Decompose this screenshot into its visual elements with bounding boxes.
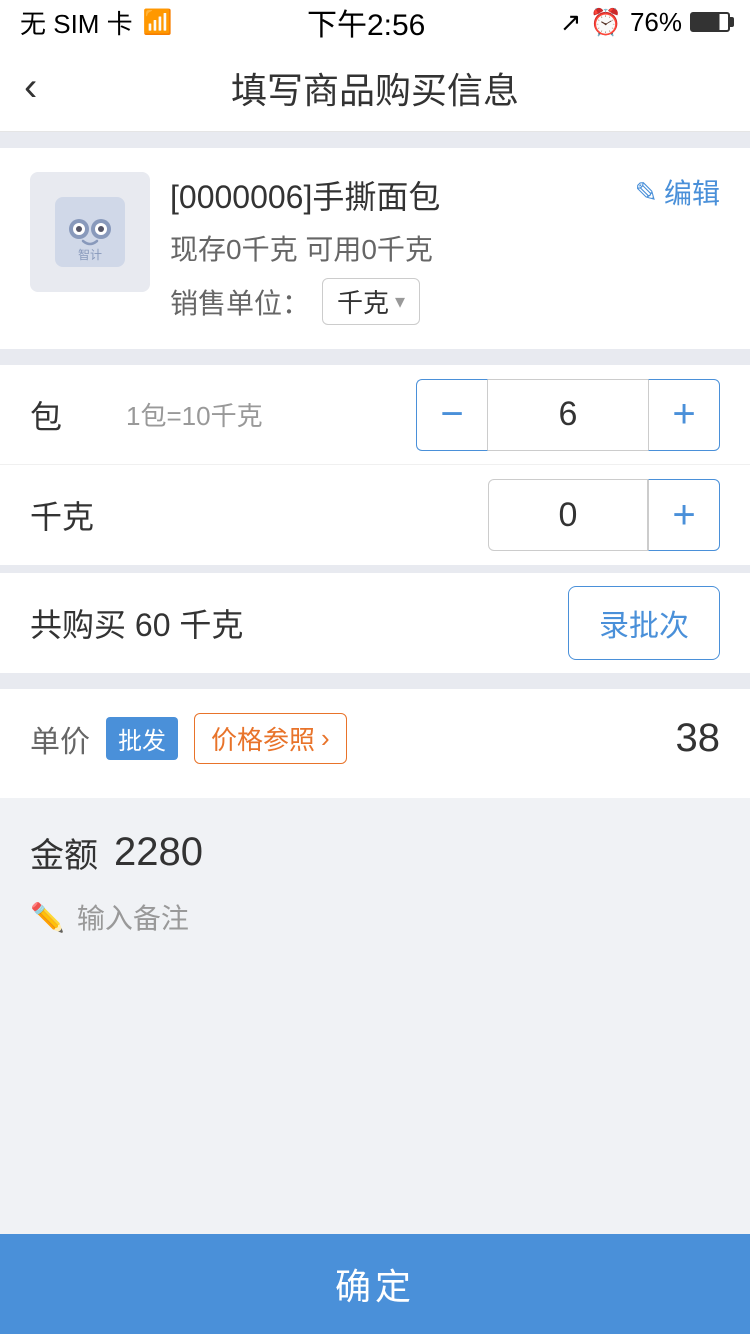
- battery-icon: [690, 12, 730, 32]
- kg-label: 千克: [30, 492, 110, 538]
- price-value: 38: [676, 716, 721, 761]
- status-right: ↗ ⏰ 76%: [560, 7, 730, 38]
- status-bar: 无 SIM 卡 📶 下午2:56 ↗ ⏰ 76%: [0, 0, 750, 44]
- record-batch-button[interactable]: 录批次: [568, 586, 720, 660]
- page-title: 填写商品购买信息: [231, 62, 519, 114]
- kg-increment-button[interactable]: +: [648, 479, 720, 551]
- price-label: 单价: [30, 717, 90, 761]
- edit-button[interactable]: ✎ 编辑: [635, 172, 720, 212]
- chevron-right-icon: ›: [321, 723, 330, 754]
- bao-row: 包 1包=10千克 − +: [0, 365, 750, 465]
- product-card: 智计 [0000006]手撕面包 现存0千克 可用0千克 销售单位： 千克 ▾ …: [0, 148, 750, 349]
- location-icon: ↗: [560, 7, 582, 38]
- product-stock: 现存0千克 可用0千克: [170, 228, 720, 268]
- price-ref-button[interactable]: 价格参照 ›: [194, 713, 347, 764]
- wifi-icon: 📶: [143, 8, 173, 37]
- amount-label: 金额: [30, 828, 98, 877]
- chevron-down-icon: ▾: [395, 289, 405, 314]
- confirm-button[interactable]: 确定: [0, 1234, 750, 1334]
- kg-stepper: +: [488, 479, 720, 551]
- pencil-icon: ✏️: [30, 901, 65, 934]
- bao-label: 包: [30, 392, 110, 438]
- divider-form: [0, 565, 750, 573]
- kg-row: 千克 +: [0, 465, 750, 565]
- product-thumbnail: 智计: [30, 172, 150, 292]
- divider-product: [0, 349, 750, 365]
- price-section: 单价 批发 价格参照 › 38: [0, 689, 750, 798]
- alarm-icon: ⏰: [590, 7, 622, 38]
- price-tag: 批发: [106, 717, 178, 760]
- note-placeholder[interactable]: 输入备注: [77, 897, 189, 937]
- bao-stepper: − +: [416, 379, 720, 451]
- price-row: 单价 批发 价格参照 › 38: [30, 713, 720, 764]
- amount-section: 金额 2280 ✏️ 输入备注: [0, 798, 750, 957]
- status-left: 无 SIM 卡 📶: [20, 4, 173, 41]
- edit-icon: ✎: [635, 176, 658, 209]
- carrier-label: 无 SIM 卡: [20, 4, 133, 41]
- divider-total: [0, 673, 750, 689]
- total-label: 共购买 60 千克: [30, 600, 568, 646]
- quantity-form: 包 1包=10千克 − + 千克 +: [0, 365, 750, 565]
- bao-hint: 1包=10千克: [126, 396, 416, 433]
- amount-row: 金额 2280: [30, 828, 720, 877]
- product-unit-row: 销售单位： 千克 ▾: [170, 278, 720, 325]
- amount-value: 2280: [114, 830, 203, 875]
- svg-text:智计: 智计: [78, 247, 102, 262]
- unit-label: 销售单位：: [170, 282, 310, 322]
- unit-selector[interactable]: 千克 ▾: [322, 278, 420, 325]
- edit-label: 编辑: [664, 172, 720, 212]
- back-button[interactable]: ‹: [24, 65, 37, 110]
- time-label: 下午2:56: [307, 0, 425, 44]
- kg-input[interactable]: [488, 479, 648, 551]
- bao-decrement-button[interactable]: −: [416, 379, 488, 451]
- product-logo-icon: 智计: [55, 197, 125, 267]
- price-ref-label: 价格参照: [211, 720, 315, 757]
- total-row: 共购买 60 千克 录批次: [0, 573, 750, 673]
- nav-bar: ‹ 填写商品购买信息: [0, 44, 750, 132]
- unit-value: 千克: [337, 283, 389, 320]
- bao-increment-button[interactable]: +: [648, 379, 720, 451]
- battery-label: 76%: [630, 7, 682, 38]
- note-row[interactable]: ✏️ 输入备注: [30, 897, 720, 937]
- bao-input[interactable]: [488, 379, 648, 451]
- divider-top: [0, 132, 750, 148]
